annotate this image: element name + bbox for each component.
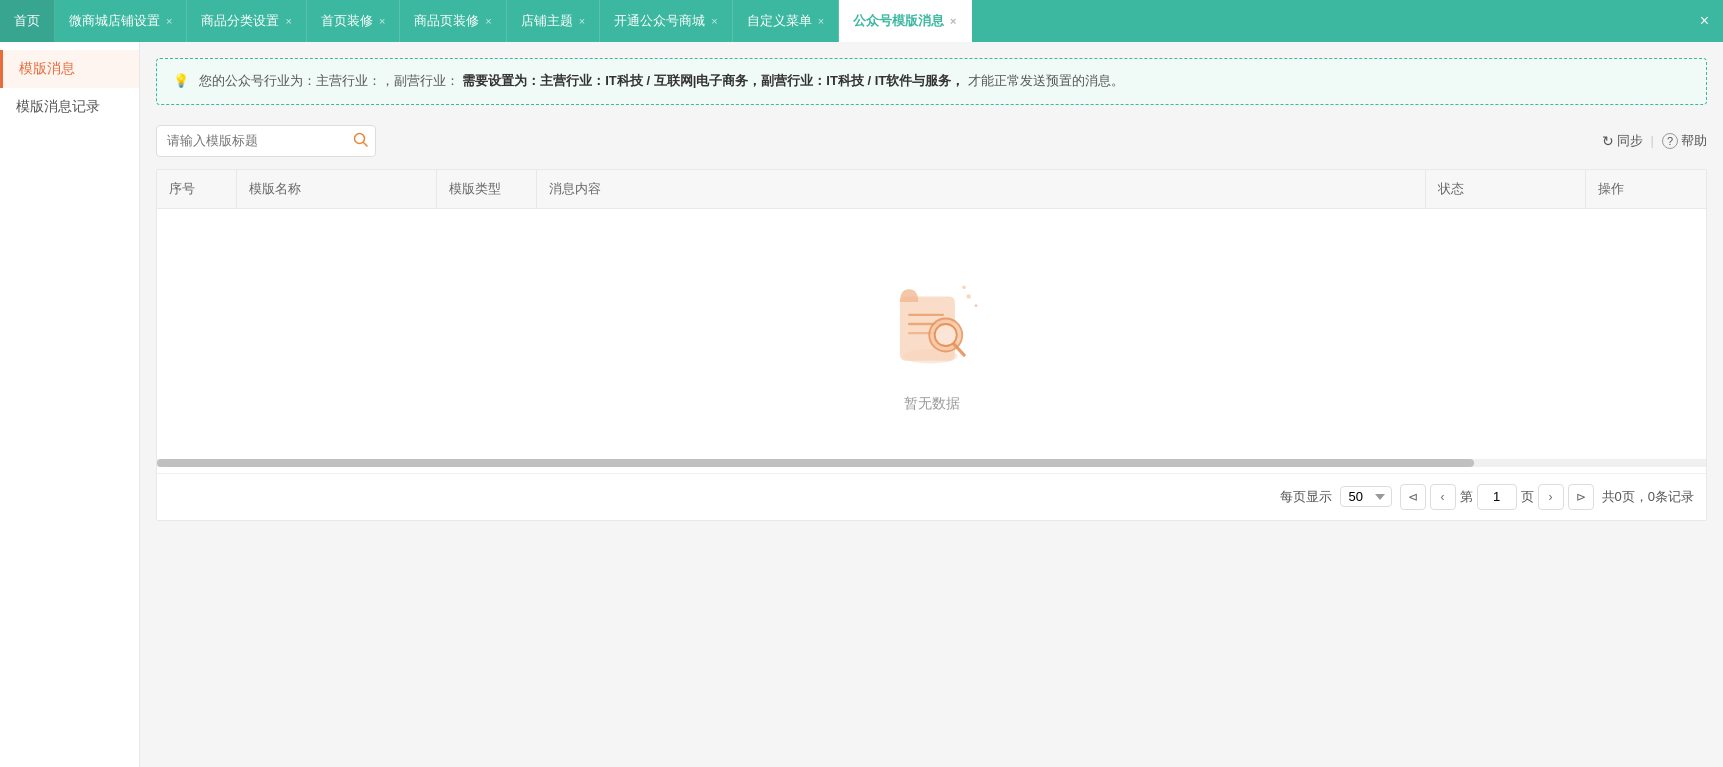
th-type: 模版类型 [437, 170, 537, 208]
nav-tab-label: 公众号模版消息 [853, 12, 944, 30]
close-icon[interactable]: × [818, 15, 824, 27]
nav-tab-label: 商品页装修 [414, 12, 479, 30]
nav-tab-home-decor[interactable]: 首页装修 × [307, 0, 400, 42]
page-total: 共0页，0条记录 [1602, 488, 1694, 506]
nav-tab-wshop[interactable]: 微商城店铺设置 × [55, 0, 187, 42]
first-page-button[interactable]: ⊲ [1400, 484, 1426, 510]
main-layout: 模版消息 模版消息记录 💡 您的公众号行业为：主营行业：，副营行业： 需要设置为… [0, 42, 1723, 767]
scrollbar-thumb[interactable] [157, 459, 1474, 467]
empty-text: 暂无数据 [904, 395, 960, 413]
sync-label: 同步 [1617, 132, 1643, 150]
svg-point-13 [962, 285, 966, 289]
nav-tab-label: 微商城店铺设置 [69, 12, 160, 30]
page-prefix-label: 第 [1460, 488, 1473, 506]
table-scrollbar[interactable] [157, 459, 1706, 467]
nav-tab-label: 首页 [14, 12, 40, 30]
search-bar: ↻ 同步 | ? 帮助 [156, 125, 1707, 157]
empty-illustration [877, 269, 987, 379]
refresh-icon: ↻ [1602, 133, 1614, 149]
search-input-wrap [156, 125, 376, 157]
th-name: 模版名称 [237, 170, 437, 208]
close-icon[interactable]: × [166, 15, 172, 27]
nav-tab-label: 开通公众号商城 [614, 12, 705, 30]
svg-point-12 [974, 304, 977, 307]
table-header: 序号 模版名称 模版类型 消息内容 状态 操作 [157, 170, 1706, 209]
close-icon[interactable]: × [285, 15, 291, 27]
nav-tab-label: 首页装修 [321, 12, 373, 30]
th-content: 消息内容 [537, 170, 1426, 208]
close-icon[interactable]: × [711, 15, 717, 27]
close-all-button[interactable]: × [1686, 12, 1723, 30]
page-size-select[interactable]: 10 20 50 100 [1340, 486, 1392, 507]
nav-tab-product-decor[interactable]: 商品页装修 × [400, 0, 506, 42]
notice-prefix: 您的公众号行业为：主营行业：，副营行业： [199, 73, 459, 88]
page-size-label: 每页显示 [1280, 488, 1332, 506]
svg-line-1 [364, 142, 368, 146]
last-page-button[interactable]: ⊳ [1568, 484, 1594, 510]
notice-bold-text: 需要设置为：主营行业：IT科技 / 互联网|电子商务，副营行业：IT科技 / I… [462, 73, 964, 88]
close-icon[interactable]: × [950, 15, 956, 27]
nav-tab-category[interactable]: 商品分类设置 × [187, 0, 306, 42]
notice-suffix: 才能正常发送预置的消息。 [968, 73, 1124, 88]
th-seq: 序号 [157, 170, 237, 208]
search-input[interactable] [156, 125, 376, 157]
help-label: 帮助 [1681, 132, 1707, 150]
next-page-button[interactable]: › [1538, 484, 1564, 510]
search-button[interactable] [353, 132, 368, 150]
top-nav: 首页 微商城店铺设置 × 商品分类设置 × 首页装修 × 商品页装修 × 店铺主… [0, 0, 1723, 42]
page-nav: ⊲ ‹ 第 页 › ⊳ [1400, 484, 1594, 510]
table: 序号 模版名称 模版类型 消息内容 状态 操作 [156, 169, 1707, 521]
sync-help-area: ↻ 同步 | ? 帮助 [1602, 132, 1707, 150]
empty-state: 暂无数据 [157, 209, 1706, 453]
nav-tab-open-mall[interactable]: 开通公众号商城 × [600, 0, 732, 42]
sidebar-item-template-msg[interactable]: 模版消息 [0, 50, 139, 88]
sidebar-item-template-records[interactable]: 模版消息记录 [0, 88, 139, 126]
main-content: 💡 您的公众号行业为：主营行业：，副营行业： 需要设置为：主营行业：IT科技 /… [140, 42, 1723, 767]
th-action: 操作 [1586, 170, 1706, 208]
nav-tab-custom-menu[interactable]: 自定义菜单 × [733, 0, 839, 42]
close-icon[interactable]: × [485, 15, 491, 27]
nav-tab-label: 商品分类设置 [201, 12, 279, 30]
nav-tab-label: 店铺主题 [521, 12, 573, 30]
nav-tab-theme[interactable]: 店铺主题 × [507, 0, 600, 42]
svg-point-11 [966, 294, 971, 299]
sync-button[interactable]: ↻ 同步 [1602, 132, 1643, 150]
th-status: 状态 [1426, 170, 1586, 208]
divider: | [1651, 133, 1654, 148]
nav-tab-label: 自定义菜单 [747, 12, 812, 30]
prev-page-button[interactable]: ‹ [1430, 484, 1456, 510]
page-unit-label: 页 [1521, 488, 1534, 506]
close-icon[interactable]: × [379, 15, 385, 27]
sidebar: 模版消息 模版消息记录 [0, 42, 140, 767]
page-number-input[interactable] [1477, 484, 1517, 510]
notice-icon: 💡 [173, 73, 189, 88]
notice-box: 💡 您的公众号行业为：主营行业：，副营行业： 需要设置为：主营行业：IT科技 /… [156, 58, 1707, 105]
close-icon[interactable]: × [579, 15, 585, 27]
nav-tab-home[interactable]: 首页 [0, 0, 55, 42]
nav-tab-template-msg[interactable]: 公众号模版消息 × [839, 0, 971, 42]
help-button[interactable]: ? 帮助 [1662, 132, 1707, 150]
pagination: 每页显示 10 20 50 100 ⊲ ‹ 第 页 › ⊳ 共0页，0条记录 [157, 473, 1706, 520]
help-icon: ? [1662, 133, 1678, 149]
